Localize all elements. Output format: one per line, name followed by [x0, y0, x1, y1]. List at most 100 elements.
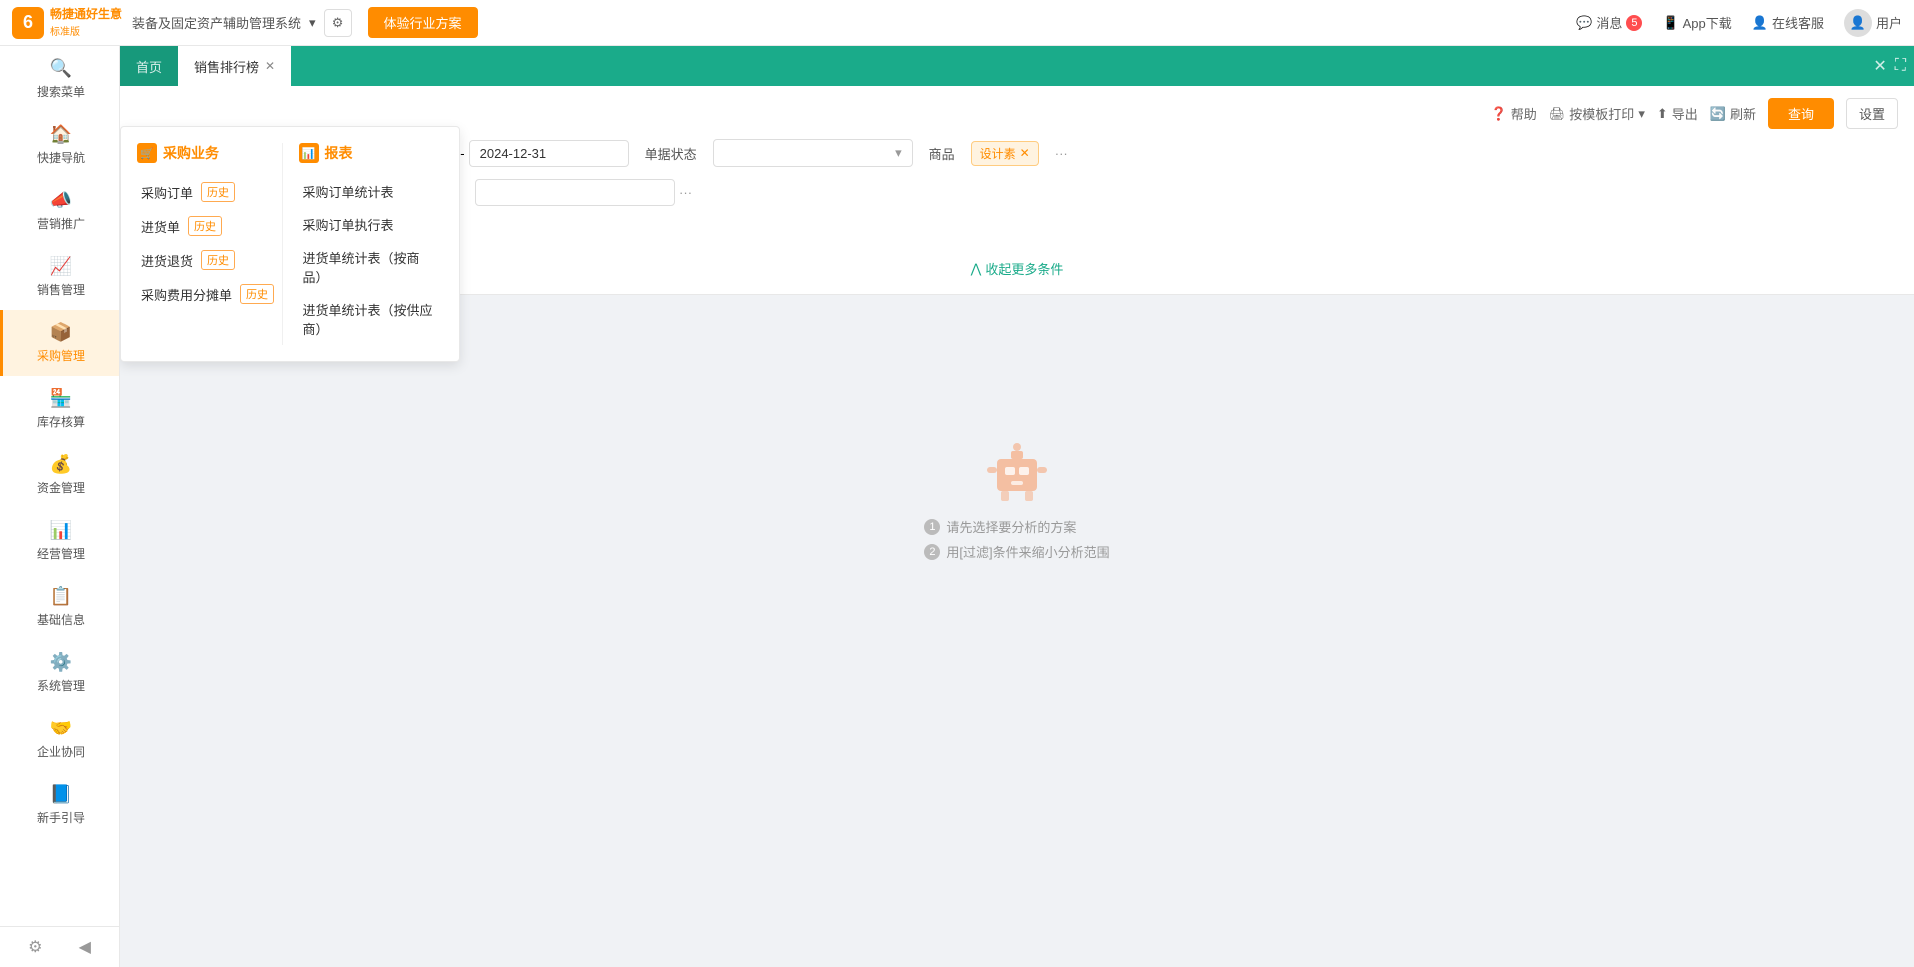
sidebar-item-label: 营销推广	[37, 215, 85, 232]
sidebar-item-purchase[interactable]: 📦 采购管理	[0, 310, 119, 376]
sidebar-item-operation[interactable]: 📊 经营管理	[0, 508, 119, 574]
tab-sales-rank[interactable]: 销售排行榜 ✕	[178, 46, 291, 86]
message-button[interactable]: 💬 消息 5	[1576, 13, 1642, 32]
dropdown-item-inbound-by-supplier[interactable]: 进货单统计表（按供应商）	[299, 293, 444, 345]
operation-icon: 📊	[50, 520, 72, 541]
sidebar-item-label: 系统管理	[37, 677, 85, 694]
service-icon: 👤	[1752, 15, 1768, 31]
sidebar-item-label: 资金管理	[37, 479, 85, 496]
tab-close-icon[interactable]: ✕	[265, 59, 275, 73]
sidebar-item-enterprise[interactable]: 🤝 企业协同	[0, 706, 119, 772]
sidebar-item-basic[interactable]: 📋 基础信息	[0, 574, 119, 640]
hist-badge: 历史	[201, 250, 235, 270]
sidebar-item-label: 经营管理	[37, 545, 85, 562]
home-icon: 🏠	[50, 124, 72, 145]
print-dropdown-icon[interactable]: ▾	[1638, 106, 1645, 122]
sidebar-item-sales[interactable]: 📈 销售管理	[0, 244, 119, 310]
sidebar: 🔍 搜索菜单 🏠 快捷导航 📣 营销推广 📈 销售管理 📦 采购管理 🏪 库存核…	[0, 46, 120, 967]
status-dropdown-icon: ▾	[895, 145, 902, 161]
dropdown-item-label: 采购订单	[141, 183, 193, 202]
staff-more-btn[interactable]: ···	[679, 185, 692, 200]
dropdown-item-inbound[interactable]: 进货单 历史	[137, 209, 282, 243]
step-1: 1	[924, 519, 940, 535]
tab-sales-rank-label: 销售排行榜	[194, 57, 259, 76]
guide-icon: 📘	[50, 784, 72, 805]
online-service-button[interactable]: 👤 在线客服	[1752, 13, 1824, 32]
purchase-col-icon: 🛒	[137, 143, 157, 163]
app-download-button[interactable]: 📱 App下载	[1662, 13, 1731, 32]
order-status-select[interactable]: ▾	[713, 139, 913, 167]
dropdown-item-po-exec[interactable]: 采购订单执行表	[299, 208, 444, 241]
staff-input[interactable]	[475, 179, 675, 206]
sidebar-item-search[interactable]: 🔍 搜索菜单	[0, 46, 119, 112]
header-right: 💬 消息 5 📱 App下载 👤 在线客服 👤 用户	[1576, 9, 1902, 37]
print-button[interactable]: 🖨 按模板打印 ▾	[1549, 98, 1645, 129]
purchase-col-title: 🛒 采购业务	[137, 143, 282, 163]
sidebar-item-inventory[interactable]: 🏪 库存核算	[0, 376, 119, 442]
tab-close-window-icon[interactable]: ✕	[1873, 56, 1886, 76]
help-button[interactable]: ❓ 帮助	[1491, 98, 1537, 129]
dropdown-item-purchase-order[interactable]: 采购订单 历史	[137, 175, 282, 209]
order-status-label: 单据状态	[645, 144, 697, 163]
search-icon: 🔍	[50, 58, 72, 79]
goods-more-btn[interactable]: ···	[1055, 146, 1068, 161]
purchase-col: 🛒 采购业务 采购订单 历史 进货单 历史 进货退货	[137, 143, 282, 345]
dropdown-item-label: 采购订单执行表	[303, 215, 394, 234]
dropdown-item-po-stat[interactable]: 采购订单统计表	[299, 175, 444, 208]
sidebar-item-label: 基础信息	[37, 611, 85, 628]
dropdown-item-label: 进货退货	[141, 251, 193, 270]
export-button[interactable]: ⬆ 导出	[1657, 98, 1698, 129]
tab-right-controls: ✕ ⛶	[1873, 46, 1914, 86]
sales-icon: 📈	[50, 256, 72, 277]
tab-maximize-icon[interactable]: ⛶	[1895, 57, 1906, 75]
sidebar-item-label: 采购管理	[37, 347, 85, 364]
system-title-area: 装备及固定资产辅助管理系统 ▾ ⚙ 体验行业方案	[132, 7, 1576, 38]
tab-home[interactable]: 首页	[120, 46, 178, 86]
top-header: 6 畅捷通好生意 标准版 装备及固定资产辅助管理系统 ▾ ⚙ 体验行业方案 💬 …	[0, 0, 1914, 46]
purchase-dropdown-menu: 🛒 采购业务 采购订单 历史 进货单 历史 进货退货	[120, 126, 460, 362]
tab-content-wrapper: 🛒 采购业务 采购订单 历史 进货单 历史 进货退货	[120, 86, 1914, 967]
gear-button[interactable]: ⚙	[324, 9, 352, 37]
logo-text: 畅捷通好生意 标准版	[50, 7, 122, 38]
refresh-button[interactable]: 🔄 刷新	[1710, 98, 1756, 129]
system-title-dropdown[interactable]: ▾	[309, 15, 316, 31]
date-separator: -	[460, 146, 464, 161]
dropdown-item-purchase-fee[interactable]: 采购费用分摊单 历史	[137, 277, 282, 311]
settings-bottom-icon[interactable]: ⚙	[28, 937, 42, 957]
enterprise-icon: 🤝	[50, 718, 72, 739]
sidebar-item-finance[interactable]: 💰 资金管理	[0, 442, 119, 508]
hist-badge: 历史	[201, 182, 235, 202]
report-col: 📊 报表 采购订单统计表 采购订单执行表 进货单统计表（按商品）	[282, 143, 444, 345]
inventory-icon: 🏪	[50, 388, 72, 409]
message-badge: 5	[1626, 15, 1642, 31]
collapse-sidebar-icon[interactable]: ◀	[79, 937, 91, 957]
step-2: 2	[924, 544, 940, 560]
dropdown-item-inbound-by-goods[interactable]: 进货单统计表（按商品）	[299, 241, 444, 293]
date-end-input[interactable]	[469, 140, 629, 167]
system-title-text: 装备及固定资产辅助管理系统	[132, 13, 301, 32]
logo-area: 6 畅捷通好生意 标准版	[12, 7, 132, 39]
sidebar-item-system[interactable]: ⚙️ 系统管理	[0, 640, 119, 706]
setting-button[interactable]: 设置	[1846, 98, 1898, 129]
goods-tag-close[interactable]: ✕	[1020, 146, 1030, 160]
help-icon: ❓	[1491, 106, 1507, 122]
sidebar-item-label: 企业协同	[37, 743, 85, 760]
query-button[interactable]: 查询	[1768, 98, 1834, 129]
empty-tip-2: 2 用[过滤]条件来缩小分析范围	[924, 542, 1109, 561]
sidebar-item-marketing[interactable]: 📣 营销推广	[0, 178, 119, 244]
sidebar-item-guide[interactable]: 📘 新手引导	[0, 772, 119, 838]
industry-button[interactable]: 体验行业方案	[368, 7, 478, 38]
basic-icon: 📋	[50, 586, 72, 607]
logo-icon: 6	[12, 7, 44, 39]
dropdown-item-label: 进货单	[141, 217, 180, 236]
dropdown-item-label: 进货单统计表（按商品）	[303, 248, 440, 286]
user-menu[interactable]: 👤 用户	[1844, 9, 1902, 37]
report-col-icon: 📊	[299, 143, 319, 163]
sidebar-item-nav[interactable]: 🏠 快捷导航	[0, 112, 119, 178]
system-icon: ⚙️	[50, 652, 72, 673]
content-area: 首页 销售排行榜 ✕ ✕ ⛶ 🛒 采购业务	[120, 46, 1914, 967]
export-icon: ⬆	[1657, 106, 1668, 122]
dropdown-item-inbound-return[interactable]: 进货退货 历史	[137, 243, 282, 277]
message-icon: 💬	[1576, 15, 1592, 31]
goods-tag: 设计素 ✕	[971, 141, 1039, 166]
